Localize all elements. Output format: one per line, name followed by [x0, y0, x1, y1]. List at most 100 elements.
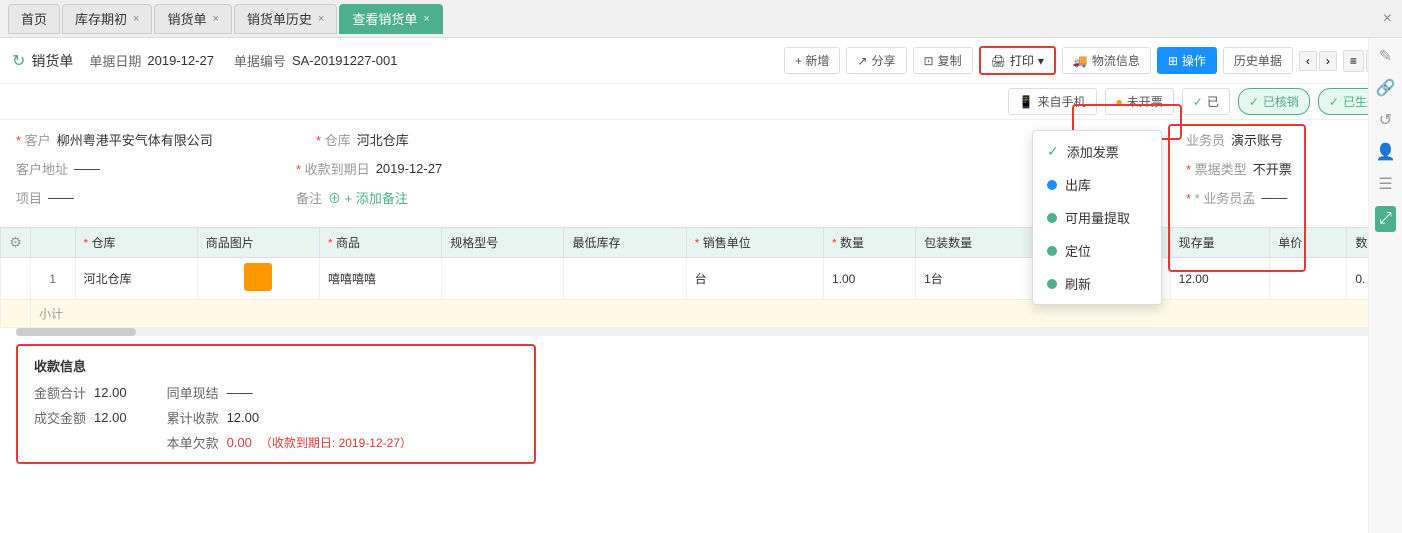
- copy-icon: ⊡: [924, 54, 934, 68]
- tab-sales-history-label: 销货单历史: [247, 9, 312, 28]
- logistics-label: 物流信息: [1092, 52, 1140, 69]
- prev-button[interactable]: ‹: [1299, 51, 1317, 71]
- window-close-button[interactable]: ×: [1383, 10, 1392, 28]
- subtotal-label: 小计: [31, 300, 1402, 328]
- new-button[interactable]: + 新增: [784, 47, 840, 74]
- warehouse-field: 仓库 河北仓库: [316, 130, 516, 149]
- tab-sales-history-close[interactable]: ×: [318, 13, 324, 25]
- col-pkg-qty: 包装数量: [916, 228, 1038, 258]
- sidebar-link-icon[interactable]: 🔗: [1376, 78, 1396, 98]
- verify-button[interactable]: ✓ 已: [1182, 88, 1230, 115]
- print-button[interactable]: 🖨 打印 ▾: [979, 46, 1056, 75]
- dropdown-outbound[interactable]: 出库: [1033, 168, 1161, 201]
- doc-type-icon: ↻: [12, 51, 25, 71]
- tab-sales[interactable]: 销货单 ×: [154, 4, 231, 34]
- header-actions: + 新增 ↗ 分享 ⊡ 复制 🖨 打印 ▾ 🚚 物流信息: [784, 46, 1390, 75]
- customer-label: 客户: [16, 130, 51, 149]
- deal-amount-value: 12.00: [94, 410, 127, 425]
- phone-icon: 📱: [1019, 95, 1034, 109]
- col-img: 商品图片: [197, 228, 319, 258]
- row-warehouse: 河北仓库: [75, 258, 197, 300]
- verify-label: 已: [1207, 93, 1219, 110]
- salesman2-field: * 业务员孟 ——: [1186, 188, 1386, 207]
- row-settings: [1, 258, 31, 300]
- logistics-button[interactable]: 🚚 物流信息: [1062, 47, 1151, 74]
- sidebar-list-icon[interactable]: ☰: [1378, 174, 1392, 194]
- print-label: 打印: [1010, 52, 1034, 69]
- next-button[interactable]: ›: [1319, 51, 1337, 71]
- due-date-value: 2019-12-27: [376, 161, 443, 176]
- doc-num-field: 单据编号 SA-20191227-001: [234, 51, 398, 70]
- product-table: ⚙ * 仓库 商品图片 * 商品 规格型号 最低库存 * 销售单位 * 数量 包…: [0, 227, 1402, 328]
- share-button[interactable]: ↗ 分享: [846, 47, 906, 74]
- table-row: 1 河北仓库 嘻嘻嘻嘻 台 1.00 1台 12.00: [1, 258, 1402, 300]
- form-row-1: 客户 柳州粤港平安气体有限公司 仓库 河北仓库 业务员 演示账号: [16, 130, 1386, 149]
- tab-sales-history[interactable]: 销货单历史 ×: [234, 4, 337, 34]
- check-icon: ✓: [1047, 143, 1059, 160]
- row-min-stock: [564, 258, 686, 300]
- tab-inventory[interactable]: 库存期初 ×: [62, 4, 152, 34]
- main-content: ↻ 销货单 单据日期 2019-12-27 单据编号 SA-20191227-0…: [0, 38, 1402, 533]
- col-spec: 规格型号: [442, 228, 564, 258]
- tab-home[interactable]: 首页: [8, 4, 60, 34]
- info-col-left: 金额合计 12.00 成交金额 12.00: [34, 383, 127, 452]
- row-spec: [442, 258, 564, 300]
- open-ticket-icon: ●: [1116, 95, 1123, 109]
- cumulative-receipt-row: 累计收款 12.00: [167, 408, 412, 427]
- copy-button[interactable]: ⊡ 复制: [913, 47, 973, 74]
- share-label: 分享: [871, 52, 895, 69]
- row-price: [1270, 258, 1347, 300]
- tab-sales-close[interactable]: ×: [212, 13, 218, 25]
- form-area: 客户 柳州粤港平安气体有限公司 仓库 河北仓库 业务员 演示账号 客户地址 ——: [0, 120, 1402, 227]
- remark-label: 备注: [296, 188, 322, 207]
- table-wrap: ⚙ * 仓库 商品图片 * 商品 规格型号 最低库存 * 销售单位 * 数量 包…: [0, 227, 1402, 328]
- salesman2-value: ——: [1261, 190, 1287, 205]
- salesman-label: 业务员: [1186, 130, 1225, 149]
- scrollbar-thumb[interactable]: [16, 328, 136, 336]
- operate-icon: ⊞: [1168, 54, 1178, 68]
- salesman2-label: * 业务员孟: [1186, 188, 1255, 207]
- col-price: 单价: [1270, 228, 1347, 258]
- gear-icon[interactable]: ⚙: [9, 234, 22, 250]
- tab-view-sales[interactable]: 查看销货单 ×: [339, 4, 442, 34]
- doc-date-label: 单据日期: [89, 51, 141, 70]
- sidebar-refresh-icon[interactable]: ↺: [1379, 110, 1392, 130]
- doc-title: ↻ 销货单: [12, 51, 73, 71]
- row-qty: 1.00: [823, 258, 915, 300]
- history-button[interactable]: 历史单据: [1223, 47, 1293, 74]
- dropdown-add-invoice[interactable]: ✓ 添加发票: [1033, 135, 1161, 168]
- row-unit: 台: [686, 258, 823, 300]
- tab-inventory-close[interactable]: ×: [133, 13, 139, 25]
- col-num: [31, 228, 76, 258]
- product-image: [244, 263, 272, 291]
- operate-button[interactable]: ⊞ 操作: [1157, 47, 1217, 74]
- sidebar-user-icon[interactable]: 👤: [1376, 142, 1396, 162]
- address-field: 客户地址 ——: [16, 159, 216, 178]
- sidebar-expand-icon[interactable]: ⤢: [1375, 206, 1396, 232]
- row-pkg-qty: 1台: [916, 258, 1038, 300]
- sidebar-edit-icon[interactable]: ✎: [1379, 46, 1392, 66]
- customer-value: 柳州粤港平安气体有限公司: [57, 130, 213, 149]
- dropdown-qty-extract[interactable]: 可用量提取: [1033, 201, 1161, 234]
- horizontal-scrollbar[interactable]: [16, 328, 1386, 336]
- add-remark-button[interactable]: ⊕ + 添加备注: [328, 188, 408, 207]
- dropdown-refresh[interactable]: 刷新: [1033, 267, 1161, 300]
- open-ticket-button[interactable]: ● 未开票: [1105, 88, 1174, 115]
- verified-button[interactable]: ✓ 已核销: [1238, 88, 1310, 115]
- deal-amount-row: 成交金额 12.00: [34, 408, 127, 427]
- print-dropdown-arrow: ▾: [1038, 54, 1044, 68]
- tab-view-sales-close[interactable]: ×: [423, 13, 429, 25]
- ticket-type-field: 票据类型 不开票: [1186, 159, 1386, 178]
- list-view-button[interactable]: ≡: [1343, 50, 1364, 72]
- from-phone-button[interactable]: 📱 来自手机: [1008, 88, 1097, 115]
- dot-green-icon-1: [1047, 213, 1057, 223]
- dot-green-icon-2: [1047, 246, 1057, 256]
- row-img: [197, 258, 319, 300]
- form-row-3: 项目 —— 备注 ⊕ + 添加备注 * 业务员孟 ——: [16, 188, 1386, 207]
- table-header-row: ⚙ * 仓库 商品图片 * 商品 规格型号 最低库存 * 销售单位 * 数量 包…: [1, 228, 1402, 258]
- refresh-label: 刷新: [1065, 274, 1091, 293]
- info-panel-title: 收款信息: [34, 356, 518, 375]
- dropdown-locate[interactable]: 定位: [1033, 234, 1161, 267]
- doc-header: ↻ 销货单 单据日期 2019-12-27 单据编号 SA-20191227-0…: [0, 38, 1402, 84]
- doc-date-field: 单据日期 2019-12-27: [89, 51, 214, 70]
